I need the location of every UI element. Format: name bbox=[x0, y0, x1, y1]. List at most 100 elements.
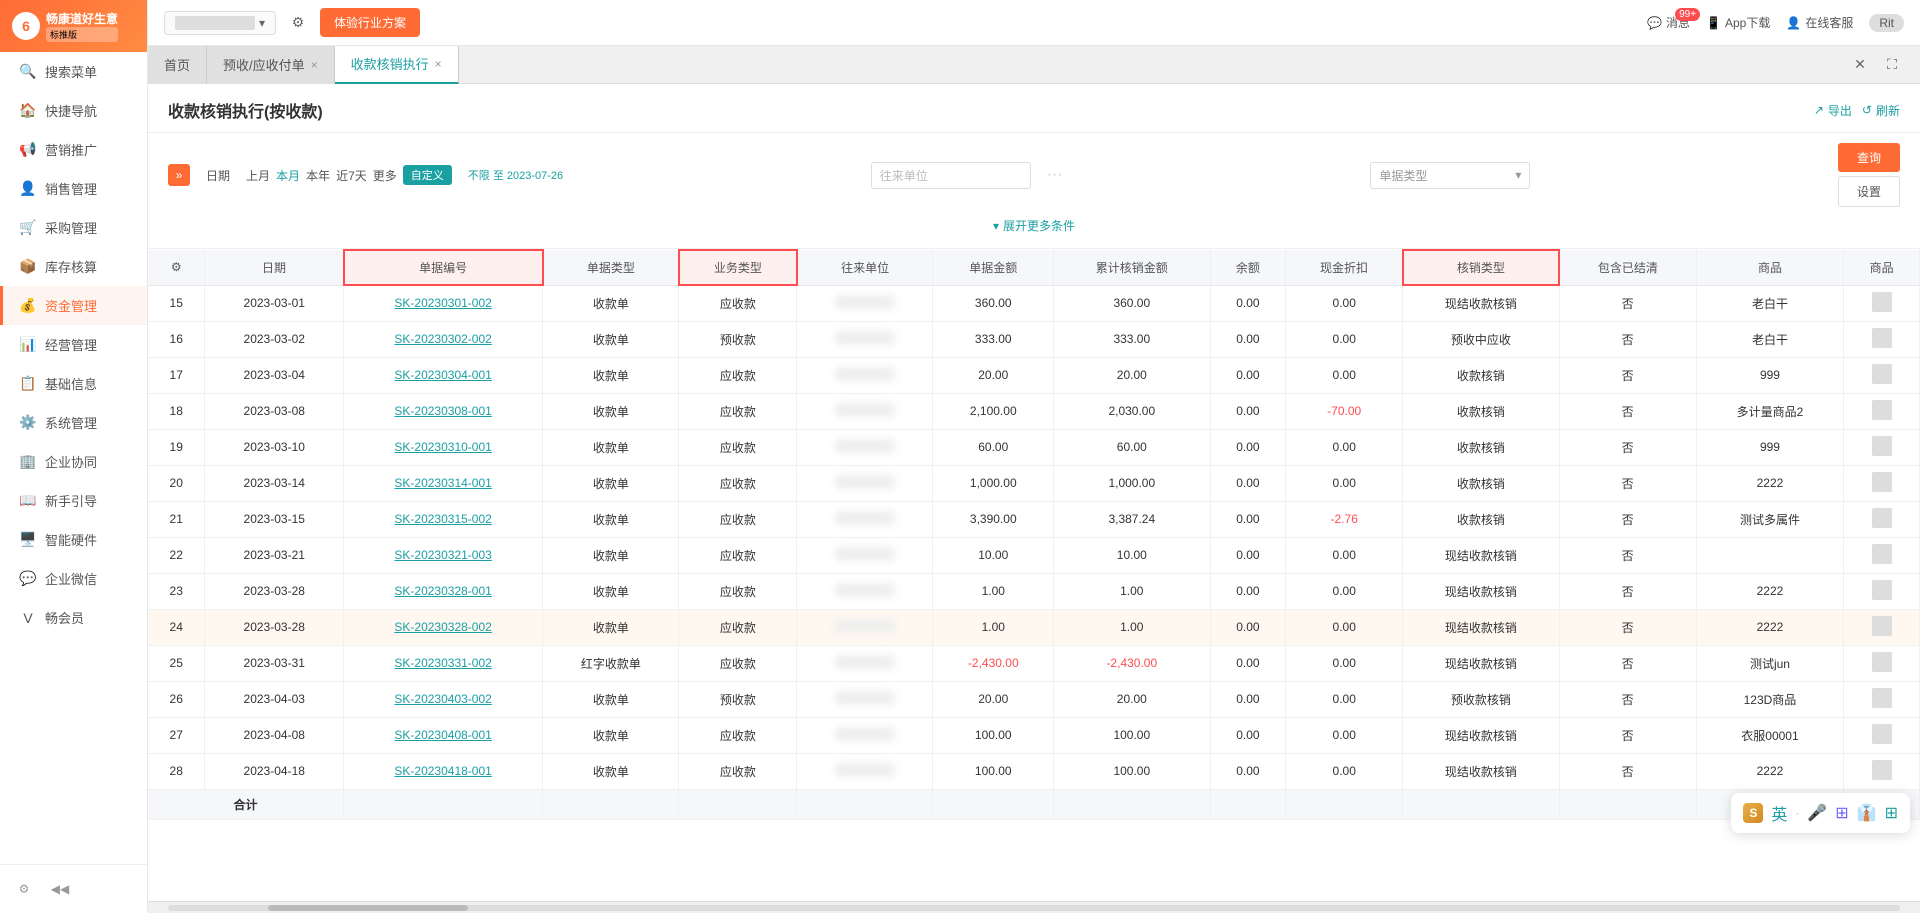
table-row[interactable]: 16 2023-03-02 SK-20230302-002 收款单 预收款 33… bbox=[148, 321, 1920, 357]
sidebar-label-hardware: 智能硬件 bbox=[45, 530, 97, 549]
ft-app-icon[interactable]: ⊞ bbox=[1885, 803, 1898, 823]
table-row[interactable]: 28 2023-04-18 SK-20230418-001 收款单 应收款 10… bbox=[148, 753, 1920, 789]
bill-no-link[interactable]: SK-20230315-002 bbox=[394, 512, 491, 526]
topbar-user-avatar[interactable]: Rit bbox=[1869, 14, 1904, 32]
table-row[interactable]: 25 2023-03-31 SK-20230331-002 红字收款单 应收款 … bbox=[148, 645, 1920, 681]
bill-no-link[interactable]: SK-20230314-001 bbox=[394, 476, 491, 490]
export-button[interactable]: ↗ 导出 bbox=[1814, 102, 1852, 119]
date-more[interactable]: 更多 bbox=[373, 167, 397, 184]
cell-no: 21 bbox=[148, 501, 205, 537]
date-last-7days[interactable]: 近7天 bbox=[336, 167, 367, 184]
sidebar-item-enterprise[interactable]: 🏢企业协同 bbox=[0, 442, 147, 481]
table-row[interactable]: 17 2023-03-04 SK-20230304-001 收款单 应收款 20… bbox=[148, 357, 1920, 393]
topbar-message[interactable]: 💬 消息 99+ bbox=[1647, 14, 1690, 31]
horizontal-scrollbar[interactable] bbox=[148, 901, 1920, 913]
bill-type-select[interactable]: 单据类型 ▾ bbox=[1370, 162, 1530, 189]
date-last-month[interactable]: 上月 bbox=[246, 167, 270, 184]
cell-bill-amount: 1,000.00 bbox=[933, 465, 1054, 501]
cell-write-off: 360.00 bbox=[1054, 285, 1210, 321]
tab-write-off[interactable]: 收款核销执行 × bbox=[335, 46, 459, 84]
sidebar-item-operations[interactable]: 📊经营管理 bbox=[0, 325, 147, 364]
sidebar-item-hardware[interactable]: 🖥️智能硬件 bbox=[0, 520, 147, 559]
cell-bill-type: 收款单 bbox=[543, 681, 679, 717]
collapse-icon[interactable]: ◀◀ bbox=[46, 875, 74, 903]
date-this-month[interactable]: 本月 bbox=[276, 167, 300, 184]
ft-english-icon[interactable]: 英 bbox=[1771, 801, 1787, 825]
scrollbar-thumb[interactable] bbox=[268, 905, 468, 911]
bill-no-link[interactable]: SK-20230418-001 bbox=[394, 764, 491, 778]
expand-more-button[interactable]: ▾ 展开更多条件 bbox=[993, 217, 1075, 234]
sidebar-item-basic[interactable]: 📋基础信息 bbox=[0, 364, 147, 403]
tab-receivable[interactable]: 预收/应收付单 × bbox=[207, 46, 335, 84]
table-row[interactable]: 21 2023-03-15 SK-20230315-002 收款单 应收款 3,… bbox=[148, 501, 1920, 537]
sidebar-icon-operations: 📊 bbox=[19, 336, 37, 354]
bill-no-link[interactable]: SK-20230403-002 bbox=[394, 692, 491, 706]
bill-no-link[interactable]: SK-20230408-001 bbox=[394, 728, 491, 742]
settings-button[interactable]: 设置 bbox=[1838, 176, 1900, 207]
bill-no-link[interactable]: SK-20230302-002 bbox=[394, 332, 491, 346]
bill-no-link[interactable]: SK-20230304-001 bbox=[394, 368, 491, 382]
cell-product: 测试jun bbox=[1696, 645, 1843, 681]
sidebar-item-marketing[interactable]: 📢营销推广 bbox=[0, 130, 147, 169]
footer-bill-type bbox=[543, 789, 679, 819]
ft-mic-icon[interactable]: 🎤 bbox=[1807, 803, 1827, 823]
date-custom-button[interactable]: 自定义 bbox=[403, 165, 452, 185]
bill-no-link[interactable]: SK-20230310-001 bbox=[394, 440, 491, 454]
table-row[interactable]: 15 2023-03-01 SK-20230301-002 收款单 应收款 36… bbox=[148, 285, 1920, 321]
app-icon: 📱 bbox=[1706, 16, 1721, 30]
sidebar-item-wechat[interactable]: 💬企业微信 bbox=[0, 559, 147, 598]
industry-solution-button[interactable]: 体验行业方案 bbox=[320, 8, 420, 37]
tab-receivable-close[interactable]: × bbox=[311, 58, 318, 72]
maximize-tab-button[interactable]: ⛶ bbox=[1880, 53, 1904, 77]
col-gear[interactable]: ⚙ bbox=[148, 250, 205, 285]
sidebar-item-finance[interactable]: 💰资金管理 bbox=[0, 286, 147, 325]
counterpart-dots[interactable]: ··· bbox=[1047, 166, 1063, 184]
tab-write-off-close[interactable]: × bbox=[435, 57, 442, 71]
sidebar-item-quicknav[interactable]: 🏠快捷导航 bbox=[0, 91, 147, 130]
sidebar-item-guide[interactable]: 📖新手引导 bbox=[0, 481, 147, 520]
workspace-selector[interactable]: ▾ bbox=[164, 11, 276, 35]
blurred-cell bbox=[835, 619, 895, 633]
table-row[interactable]: 24 2023-03-28 SK-20230328-002 收款单 应收款 1.… bbox=[148, 609, 1920, 645]
cell-write-off-type: 收款核销 bbox=[1403, 357, 1559, 393]
bill-no-link[interactable]: SK-20230331-002 bbox=[394, 656, 491, 670]
date-this-year[interactable]: 本年 bbox=[306, 167, 330, 184]
close-tab-button[interactable]: ✕ bbox=[1848, 53, 1872, 77]
table-row[interactable]: 22 2023-03-21 SK-20230321-003 收款单 应收款 10… bbox=[148, 537, 1920, 573]
cell-balance: 0.00 bbox=[1210, 357, 1286, 393]
topbar-gear-icon[interactable]: ⚙ bbox=[284, 9, 312, 37]
table-row[interactable]: 23 2023-03-28 SK-20230328-001 收款单 应收款 1.… bbox=[148, 573, 1920, 609]
sidebar-item-member[interactable]: V畅会员 bbox=[0, 598, 147, 637]
counterpart-input[interactable]: 往来单位 bbox=[871, 162, 1031, 189]
topbar-online-service[interactable]: 👤 在线客服 bbox=[1786, 14, 1853, 31]
bill-no-link[interactable]: SK-20230301-002 bbox=[394, 296, 491, 310]
sidebar-item-inventory[interactable]: 📦库存核算 bbox=[0, 247, 147, 286]
cell-write-off-type: 现结收款核销 bbox=[1403, 717, 1559, 753]
cell-bill-amount: 60.00 bbox=[933, 429, 1054, 465]
bill-no-link[interactable]: SK-20230328-001 bbox=[394, 584, 491, 598]
table-row[interactable]: 20 2023-03-14 SK-20230314-001 收款单 应收款 1,… bbox=[148, 465, 1920, 501]
refresh-button[interactable]: ↺ 刷新 bbox=[1862, 102, 1900, 119]
tab-home[interactable]: 首页 bbox=[148, 46, 207, 84]
sidebar-item-search[interactable]: 🔍搜索菜单 bbox=[0, 52, 147, 91]
cell-bill-type: 收款单 bbox=[543, 429, 679, 465]
ft-grid-icon[interactable]: ⊞ bbox=[1835, 803, 1848, 823]
table-row[interactable]: 27 2023-04-08 SK-20230408-001 收款单 应收款 10… bbox=[148, 717, 1920, 753]
bill-no-link[interactable]: SK-20230321-003 bbox=[394, 548, 491, 562]
table-row[interactable]: 19 2023-03-10 SK-20230310-001 收款单 应收款 60… bbox=[148, 429, 1920, 465]
bill-no-link[interactable]: SK-20230328-002 bbox=[394, 620, 491, 634]
bill-no-link[interactable]: SK-20230308-001 bbox=[394, 404, 491, 418]
cell-no: 22 bbox=[148, 537, 205, 573]
table-row[interactable]: 18 2023-03-08 SK-20230308-001 收款单 应收款 2,… bbox=[148, 393, 1920, 429]
ft-shirt-icon[interactable]: 👔 bbox=[1857, 803, 1877, 823]
sidebar-item-purchase[interactable]: 🛒采购管理 bbox=[0, 208, 147, 247]
settings-icon[interactable]: ⚙ bbox=[10, 875, 38, 903]
sidebar-label-quicknav: 快捷导航 bbox=[45, 101, 97, 120]
query-button[interactable]: 查询 bbox=[1838, 143, 1900, 172]
filter-expand-button[interactable]: » bbox=[168, 164, 190, 186]
topbar-app-download[interactable]: 📱 App下载 bbox=[1706, 14, 1770, 31]
table-row[interactable]: 26 2023-04-03 SK-20230403-002 收款单 预收款 20… bbox=[148, 681, 1920, 717]
cell-write-off: 1,000.00 bbox=[1054, 465, 1210, 501]
sidebar-item-sales[interactable]: 👤销售管理 bbox=[0, 169, 147, 208]
sidebar-item-system[interactable]: ⚙️系统管理 bbox=[0, 403, 147, 442]
